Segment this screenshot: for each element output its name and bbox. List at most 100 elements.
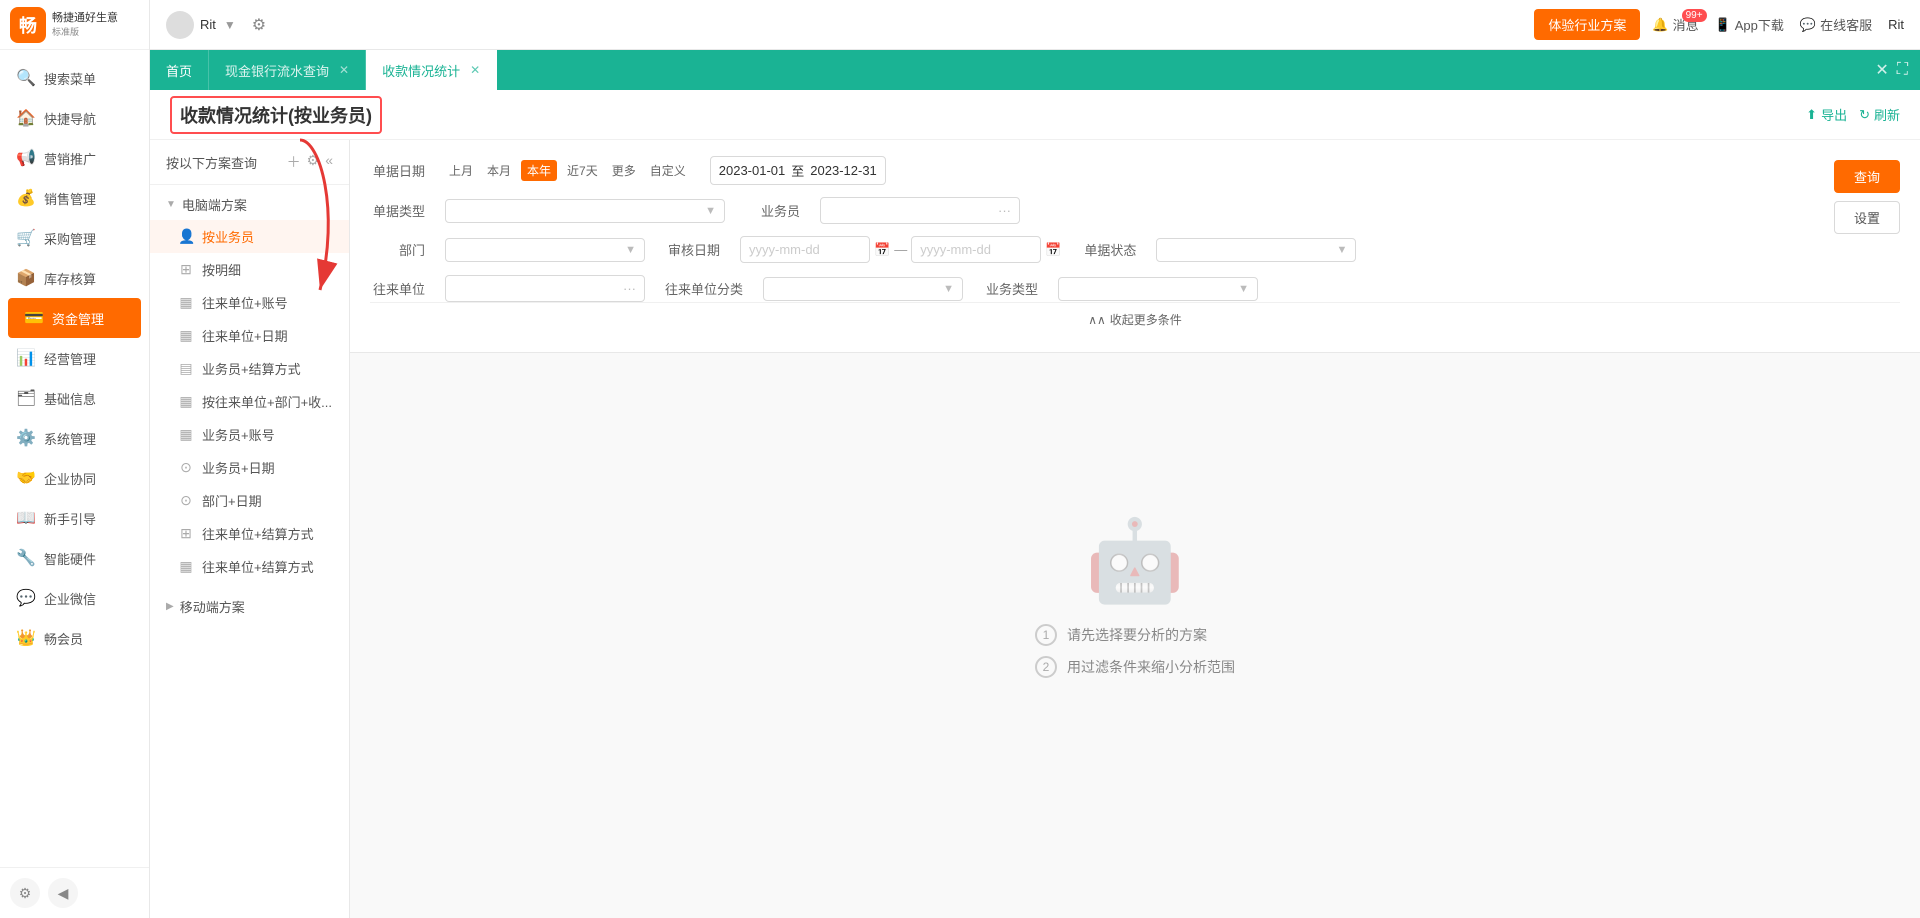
sidebar-item-operation[interactable]: 📊 经营管理 xyxy=(0,338,149,378)
date-shortcut-custom[interactable]: 自定义 xyxy=(646,160,690,181)
scheme-item-partner-settle2[interactable]: ▦ 往来单位+结算方式 xyxy=(150,550,349,583)
review-date-dash: — xyxy=(894,242,907,257)
notifications-button[interactable]: 🔔 消息 99+ xyxy=(1652,15,1698,34)
date-shortcut-this-month[interactable]: 本月 xyxy=(483,160,515,181)
scheme-item-salesperson-account[interactable]: ▦ 业务员+账号 xyxy=(150,418,349,451)
date-shortcut-7days[interactable]: 近7天 xyxy=(563,160,602,181)
page-header: 收款情况统计(按业务员) ⬆ 导出 ↻ 刷新 xyxy=(150,90,1920,140)
tab-home-label: 首页 xyxy=(166,61,192,80)
step-2-text: 用过滤条件来缩小分析范围 xyxy=(1067,657,1235,677)
scheme-item-dept-date[interactable]: ⊙ 部门+日期 xyxy=(150,484,349,517)
user-avatar xyxy=(166,11,194,39)
sidebar-settings-button[interactable]: ⚙ xyxy=(10,878,40,908)
date-range-display[interactable]: 2023-01-01 至 2023-12-31 xyxy=(710,156,886,185)
mobile-schemes-header[interactable]: ▶ 移动端方案 xyxy=(150,591,349,622)
scheme-item-label: 往来单位+结算方式 xyxy=(202,557,314,576)
sidebar-item-quick-nav[interactable]: 🏠 快捷导航 xyxy=(0,98,149,138)
filter-row-date: 单据日期 上月 本月 本年 近7天 更多 自定义 2023-01-01 xyxy=(370,156,1818,185)
salesperson-more-icon[interactable]: ··· xyxy=(998,203,1011,218)
tab-expand-icon[interactable]: ⛶ xyxy=(1897,61,1908,79)
date-to: 2023-12-31 xyxy=(810,163,877,178)
scheme-item-label: 按业务员 xyxy=(202,227,254,246)
business-type-select[interactable]: ▼ xyxy=(1058,277,1258,301)
sidebar-collapse-button[interactable]: ◀ xyxy=(48,878,78,908)
add-scheme-icon[interactable]: ＋ xyxy=(287,152,301,172)
tab-home[interactable]: 首页 xyxy=(150,50,209,90)
review-date-from-input[interactable]: yyyy-mm-dd xyxy=(740,236,870,263)
scheme-item-salesperson-settle[interactable]: ▤ 业务员+结算方式 xyxy=(150,352,349,385)
logo-badge: 标准版 xyxy=(52,25,118,38)
sidebar-item-search-menu[interactable]: 🔍 搜索菜单 xyxy=(0,58,149,98)
step-2-num: 2 xyxy=(1035,656,1057,678)
sidebar-item-marketing[interactable]: 📢 营销推广 xyxy=(0,138,149,178)
scheme-item-partner-date[interactable]: ▦ 往来单位+日期 xyxy=(150,319,349,352)
scheme-item-salesperson-date[interactable]: ⊙ 业务员+日期 xyxy=(150,451,349,484)
tab-collection-stats[interactable]: 收款情况统计 ✕ xyxy=(366,50,497,90)
sidebar-item-label: 采购管理 xyxy=(44,229,96,248)
review-date-to-input[interactable]: yyyy-mm-dd xyxy=(911,236,1041,263)
export-button[interactable]: ⬆ 导出 xyxy=(1806,105,1847,124)
sidebar-item-system[interactable]: ⚙️ 系统管理 xyxy=(0,418,149,458)
user-dropdown-icon[interactable]: ▼ xyxy=(224,18,236,32)
collapse-label: 收起更多条件 xyxy=(1110,311,1182,328)
sidebar-item-guide[interactable]: 📖 新手引导 xyxy=(0,498,149,538)
scheme-item-label: 往来单位+结算方式 xyxy=(202,524,314,543)
sidebar-item-member[interactable]: 👑 畅会员 xyxy=(0,618,149,658)
sidebar-item-sales[interactable]: 💰 销售管理 xyxy=(0,178,149,218)
partner-category-select[interactable]: ▼ xyxy=(763,277,963,301)
review-date-to-calendar-icon[interactable]: 📅 xyxy=(1045,242,1061,258)
logo-area: 畅 畅捷通好生意 标准版 xyxy=(0,0,149,50)
sidebar-item-wechat[interactable]: 💬 企业微信 xyxy=(0,578,149,618)
partner-select[interactable]: ··· xyxy=(445,275,645,302)
purchase-icon: 🛒 xyxy=(16,228,36,248)
date-shortcut-last-month[interactable]: 上月 xyxy=(445,160,477,181)
pc-schemes-header[interactable]: ▼ 电脑端方案 xyxy=(150,189,349,220)
settings-button[interactable]: 设置 xyxy=(1834,201,1900,234)
voucher-status-select[interactable]: ▼ xyxy=(1156,238,1356,262)
query-button[interactable]: 查询 xyxy=(1834,160,1900,193)
review-date-from-calendar-icon[interactable]: 📅 xyxy=(874,242,890,258)
review-date-from-placeholder: yyyy-mm-dd xyxy=(749,242,820,257)
tab-bank-flow[interactable]: 现金银行流水查询 ✕ xyxy=(209,50,366,90)
sidebar-item-purchase[interactable]: 🛒 采购管理 xyxy=(0,218,149,258)
voucher-type-select[interactable]: ▼ xyxy=(445,199,725,223)
topbar-left: Rit ▼ ⚙ xyxy=(166,11,1522,39)
online-service-button[interactable]: 💬 在线客服 xyxy=(1800,15,1872,34)
page-header-right: ⬆ 导出 ↻ 刷新 xyxy=(1806,105,1900,124)
refresh-label: 刷新 xyxy=(1874,105,1900,124)
scheme-item-by-detail[interactable]: ⊞ 按明细 xyxy=(150,253,349,286)
salesperson-select[interactable]: ··· xyxy=(820,197,1020,224)
filter-area: 单据日期 上月 本月 本年 近7天 更多 自定义 2023-01-01 xyxy=(350,140,1920,353)
empty-step-2: 2 用过滤条件来缩小分析范围 xyxy=(1035,656,1235,678)
date-shortcut-more[interactable]: 更多 xyxy=(608,160,640,181)
scheme-item-by-salesperson[interactable]: 👤 按业务员 xyxy=(150,220,349,253)
settings-gear-icon[interactable]: ⚙ xyxy=(252,15,266,35)
dept-select[interactable]: ▼ xyxy=(445,238,645,262)
scheme-settings-icon[interactable]: ⚙ xyxy=(307,152,320,172)
basic-icon: 🗂 xyxy=(16,388,36,408)
sidebar-item-basic[interactable]: 🗂 基础信息 xyxy=(0,378,149,418)
date-from: 2023-01-01 xyxy=(719,163,786,178)
scheme-item-partner-settle1[interactable]: ⊞ 往来单位+结算方式 xyxy=(150,517,349,550)
scheme-item-label: 业务员+账号 xyxy=(202,425,275,444)
search-menu-icon: 🔍 xyxy=(16,68,36,88)
collapse-panel-icon[interactable]: « xyxy=(325,152,333,172)
tab-collection-stats-close-icon[interactable]: ✕ xyxy=(470,63,480,77)
sidebar-item-hardware[interactable]: 🔧 智能硬件 xyxy=(0,538,149,578)
tab-close-all-icon[interactable]: ✕ xyxy=(1875,60,1888,80)
app-download-button[interactable]: 📱 App下载 xyxy=(1715,15,1784,34)
user-name: Rit xyxy=(200,17,216,32)
scheme-item-partner-dept[interactable]: ▦ 按往来单位+部门+收... xyxy=(150,385,349,418)
collapse-bar[interactable]: ∧∧ 收起更多条件 xyxy=(370,302,1900,336)
sidebar-item-inventory[interactable]: 📦 库存核算 xyxy=(0,258,149,298)
trial-button[interactable]: 体验行业方案 xyxy=(1534,9,1640,40)
scheme-item-partner-account[interactable]: ▦ 往来单位+账号 xyxy=(150,286,349,319)
tab-bank-flow-close-icon[interactable]: ✕ xyxy=(339,63,349,77)
sidebar-item-enterprise[interactable]: 🤝 企业协同 xyxy=(0,458,149,498)
partner-more-icon[interactable]: ··· xyxy=(623,281,636,296)
date-shortcut-this-year[interactable]: 本年 xyxy=(521,160,557,181)
dept-chevron-icon: ▼ xyxy=(625,244,636,256)
refresh-button[interactable]: ↻ 刷新 xyxy=(1859,105,1900,124)
inventory-icon: 📦 xyxy=(16,268,36,288)
sidebar-item-finance[interactable]: 💳 资金管理 xyxy=(8,298,141,338)
